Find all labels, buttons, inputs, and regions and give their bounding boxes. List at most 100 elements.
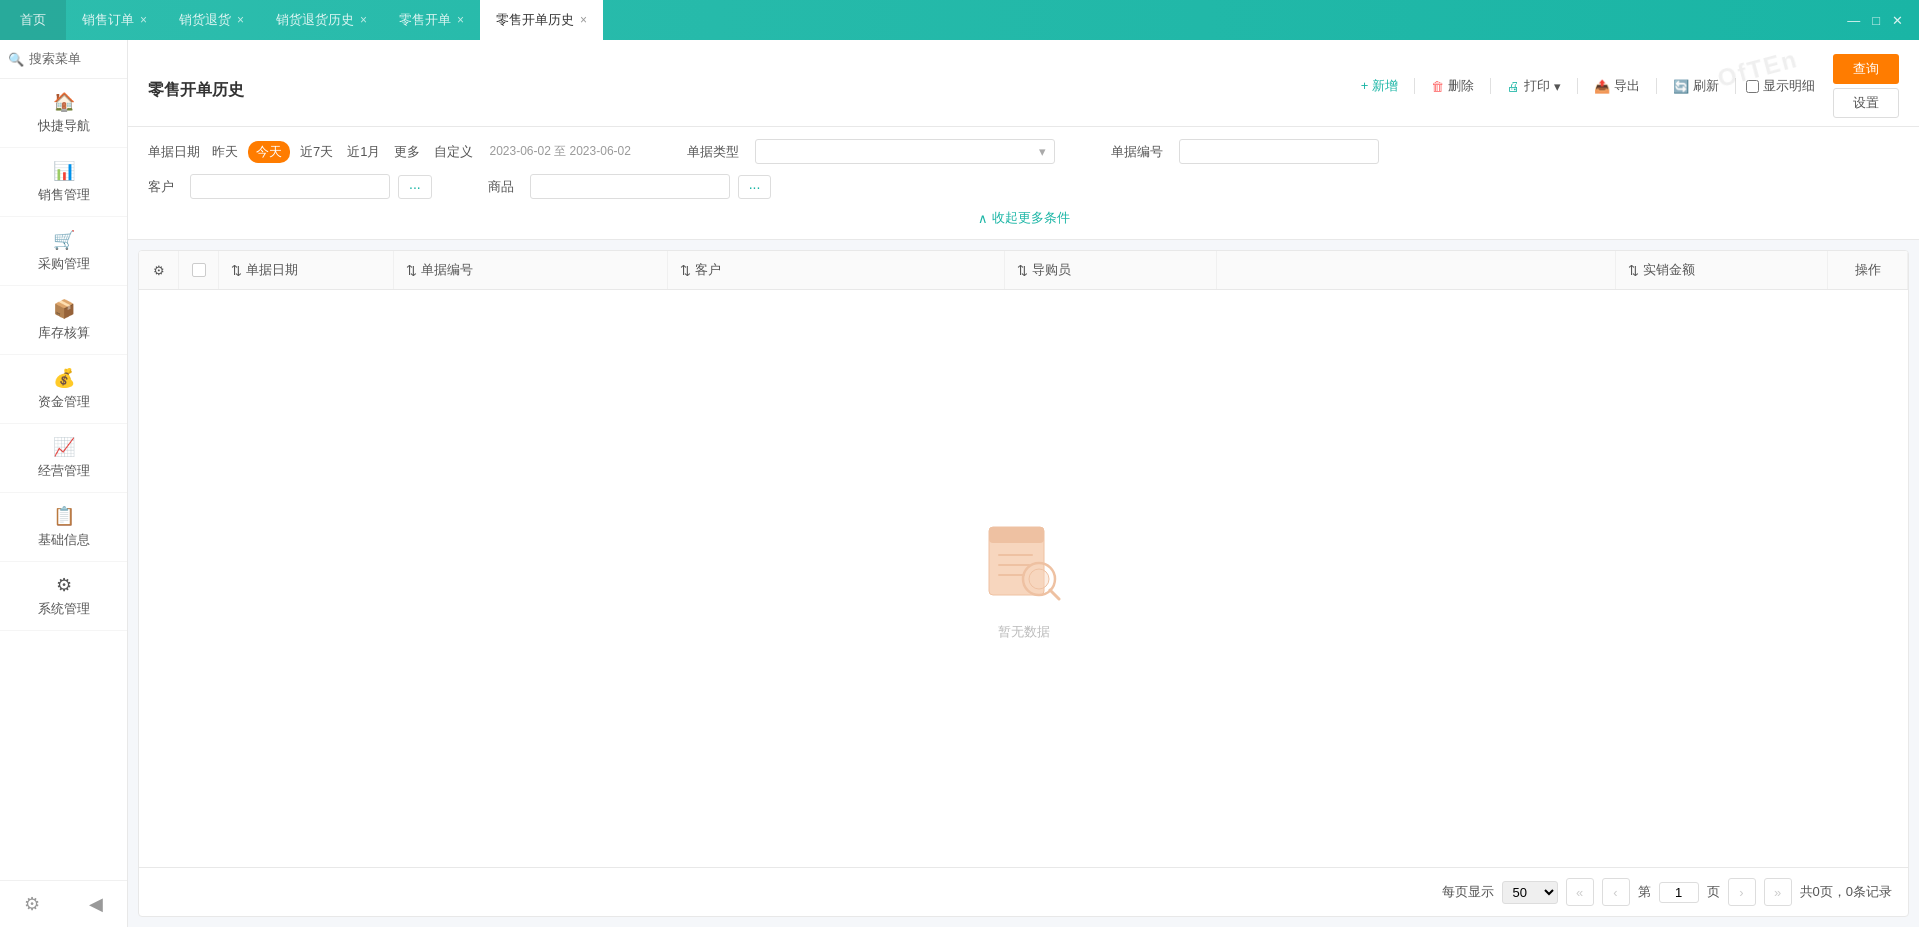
minimize-button[interactable]: — <box>1847 13 1860 28</box>
th-order[interactable]: ⇅ 单据编号 <box>394 251 668 289</box>
page-input[interactable] <box>1659 882 1699 903</box>
display-toggle[interactable]: 显示明细 <box>1746 77 1815 95</box>
close-button[interactable]: ✕ <box>1892 13 1903 28</box>
doc-number-input[interactable] <box>1179 139 1379 164</box>
th-customer-text: 客户 <box>695 261 721 279</box>
date-field: 单据日期 昨天 今天 近7天 近1月 更多 自定义 2023-06-02 至 2… <box>148 141 631 163</box>
delete-icon: 🗑 <box>1431 79 1444 94</box>
sidebar-item-basic-info[interactable]: 📋 基础信息 <box>0 493 127 562</box>
next-page-button[interactable]: › <box>1728 878 1756 906</box>
top-nav: 首页 销售订单 × 销货退货 × 销货退货历史 × 零售开单 × 零售开单历史 … <box>0 0 1919 40</box>
sidebar-item-inventory[interactable]: 📦 库存核算 <box>0 286 127 355</box>
goods-ellipsis[interactable]: ··· <box>738 175 772 199</box>
export-button[interactable]: 📤 导出 <box>1588 73 1646 99</box>
goods-input[interactable] <box>530 174 730 199</box>
settings-button[interactable]: 设置 <box>1833 88 1899 118</box>
search-icon: 🔍 <box>8 52 24 67</box>
delete-button[interactable]: 🗑 删除 <box>1425 73 1480 99</box>
date-1month[interactable]: 近1月 <box>343 141 384 163</box>
inventory-icon: 📦 <box>53 298 75 320</box>
search-inner[interactable]: 🔍 搜索菜单 <box>8 50 119 68</box>
export-label: 导出 <box>1614 77 1640 95</box>
sidebar-collapse-icon[interactable]: ◀ <box>89 893 103 915</box>
page-title: 零售开单历史 <box>148 80 244 101</box>
sidebar-item-purchase-mgmt[interactable]: 🛒 采购管理 <box>0 217 127 286</box>
tab-sales-order[interactable]: 销售订单 × <box>66 0 163 40</box>
tab-home-label: 首页 <box>20 11 46 29</box>
table-area: ⚙ ⇅ 单据日期 ⇅ 单据编号 ⇅ 客户 ⇅ <box>138 250 1909 917</box>
sidebar-item-quick-nav[interactable]: 🏠 快捷导航 <box>0 79 127 148</box>
content-area: 零售开单历史 + 新增 🗑 删除 🖨 打印 ▾ 📤 <box>128 40 1919 927</box>
th-customer[interactable]: ⇅ 客户 <box>668 251 1005 289</box>
query-button[interactable]: 查询 <box>1833 54 1899 84</box>
sidebar-item-operations[interactable]: 📈 经营管理 <box>0 424 127 493</box>
th-date[interactable]: ⇅ 单据日期 <box>219 251 394 289</box>
doc-type-field: 单据类型 ▾ <box>687 139 1055 164</box>
th-settings[interactable]: ⚙ <box>139 251 179 289</box>
divider-5 <box>1735 78 1736 94</box>
tab-sales-return-history[interactable]: 销货退货历史 × <box>260 0 383 40</box>
page-header: 零售开单历史 + 新增 🗑 删除 🖨 打印 ▾ 📤 <box>128 40 1919 127</box>
select-all-checkbox[interactable] <box>192 263 206 277</box>
window-controls: — □ ✕ <box>1831 13 1919 28</box>
th-action-text: 操作 <box>1855 261 1881 279</box>
customer-input[interactable] <box>190 174 390 199</box>
th-guide[interactable]: ⇅ 导购员 <box>1005 251 1217 289</box>
date-yesterday[interactable]: 昨天 <box>208 141 242 163</box>
th-guide-sort: ⇅ <box>1017 263 1028 278</box>
tab-sales-return-close[interactable]: × <box>237 13 244 27</box>
sidebar-item-finance[interactable]: 💰 资金管理 <box>0 355 127 424</box>
sidebar-search[interactable]: 🔍 搜索菜单 <box>0 40 127 79</box>
divider-2 <box>1490 78 1491 94</box>
tab-retail-open[interactable]: 零售开单 × <box>383 0 480 40</box>
date-today[interactable]: 今天 <box>248 141 290 163</box>
tab-sales-order-label: 销售订单 <box>82 11 134 29</box>
display-checkbox[interactable] <box>1746 80 1759 93</box>
print-icon: 🖨 <box>1507 79 1520 94</box>
svg-line-7 <box>1050 590 1059 599</box>
tab-home[interactable]: 首页 <box>0 0 66 40</box>
column-settings-icon[interactable]: ⚙ <box>153 263 165 278</box>
collapse-button[interactable]: ∧ 收起更多条件 <box>148 209 1899 227</box>
th-customer-sort: ⇅ <box>680 263 691 278</box>
system-icon: ⚙ <box>56 574 72 596</box>
page-actions: + 新增 🗑 删除 🖨 打印 ▾ 📤 导出 <box>1355 54 1899 126</box>
sidebar-item-basic-info-label: 基础信息 <box>38 531 90 549</box>
doc-type-select[interactable]: ▾ <box>755 139 1055 164</box>
prev-page-button[interactable]: ‹ <box>1602 878 1630 906</box>
date-7days[interactable]: 近7天 <box>296 141 337 163</box>
print-button[interactable]: 🖨 打印 ▾ <box>1501 73 1567 99</box>
maximize-button[interactable]: □ <box>1872 13 1880 28</box>
page-size-select[interactable]: 50 100 200 <box>1502 881 1558 904</box>
first-page-button[interactable]: « <box>1566 878 1594 906</box>
add-button[interactable]: + 新增 <box>1355 73 1404 99</box>
tab-retail-open-history[interactable]: 零售开单历史 × <box>480 0 603 40</box>
sales-icon: 📊 <box>53 160 75 182</box>
basic-info-icon: 📋 <box>53 505 75 527</box>
display-label: 显示明细 <box>1763 77 1815 95</box>
sidebar-item-sales-mgmt[interactable]: 📊 销售管理 <box>0 148 127 217</box>
sidebar-item-inventory-label: 库存核算 <box>38 324 90 342</box>
customer-ellipsis[interactable]: ··· <box>398 175 432 199</box>
th-guide-text: 导购员 <box>1032 261 1071 279</box>
page-suffix: 页 <box>1707 883 1720 901</box>
tab-sales-order-close[interactable]: × <box>140 13 147 27</box>
refresh-button[interactable]: 🔄 刷新 <box>1667 73 1725 99</box>
tab-retail-open-history-close[interactable]: × <box>580 13 587 27</box>
sidebar-item-system[interactable]: ⚙ 系统管理 <box>0 562 127 631</box>
th-date-label: ⇅ <box>231 263 242 278</box>
collapse-arrow-icon: ∧ <box>978 211 988 226</box>
page-size-label: 每页显示 <box>1442 883 1494 901</box>
th-amount[interactable]: ⇅ 实销金额 <box>1616 251 1828 289</box>
refresh-icon: 🔄 <box>1673 79 1689 94</box>
th-checkbox[interactable] <box>179 251 219 289</box>
date-custom[interactable]: 自定义 <box>430 141 477 163</box>
tab-sales-return[interactable]: 销货退货 × <box>163 0 260 40</box>
tab-retail-open-close[interactable]: × <box>457 13 464 27</box>
date-more[interactable]: 更多 <box>390 141 424 163</box>
tab-sales-return-history-close[interactable]: × <box>360 13 367 27</box>
sidebar-item-operations-label: 经营管理 <box>38 462 90 480</box>
print-label: 打印 <box>1524 77 1550 95</box>
sidebar-settings-icon[interactable]: ⚙ <box>24 893 40 915</box>
last-page-button[interactable]: » <box>1764 878 1792 906</box>
